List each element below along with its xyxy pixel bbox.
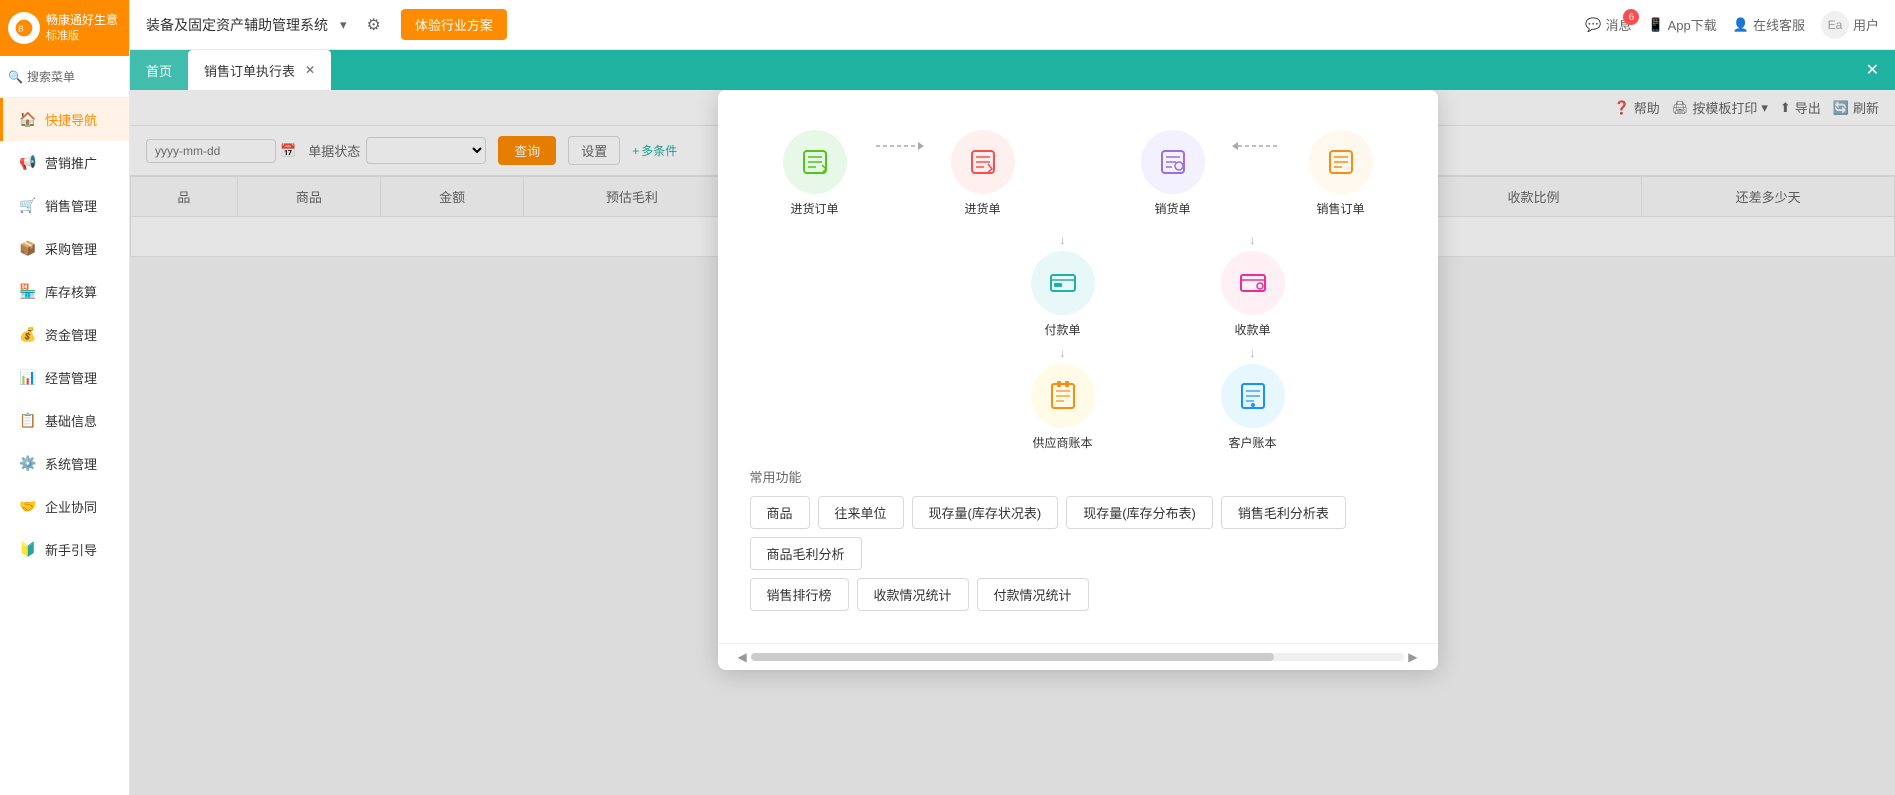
- tab-sales-order[interactable]: 销售订单执行表 ✕: [188, 50, 331, 90]
- settings-icon[interactable]: ⚙: [367, 15, 381, 35]
- quick-nav-icon: 🏠: [19, 111, 37, 129]
- common-btn-6[interactable]: 销售排行榜: [750, 578, 849, 611]
- sidebar-item-inventory[interactable]: 🏪 库存核算: [0, 270, 129, 313]
- system-icon: ⚙️: [19, 455, 37, 473]
- common-btn-5[interactable]: 商品毛利分析: [750, 537, 862, 570]
- logo-icon: B: [8, 12, 40, 44]
- topbar: 装备及固定资产辅助管理系统 ▾ ⚙ 体验行业方案 💬 消息 6 📱 App下载 …: [130, 0, 1895, 50]
- sidebar: B 畅康通好生意 标准版 🔍 搜索菜单 🏠 快捷导航 📢 营销推广: [0, 0, 130, 795]
- flow-node-supplier-account[interactable]: 供应商账本: [1008, 364, 1118, 451]
- home-tab-label: 首页: [146, 61, 172, 80]
- sales-icon: 🛒: [19, 197, 37, 215]
- common-btn-1[interactable]: 往来单位: [818, 496, 904, 529]
- sales-bill-icon: [1141, 130, 1205, 194]
- quick-nav-modal: 进货订单: [718, 90, 1438, 670]
- content-area: ❓ 帮助 🖨 按模板打印 ▾ ⬆ 导出 🔄 刷新: [130, 90, 1895, 795]
- modal-overlay[interactable]: 进货订单: [130, 90, 1895, 795]
- message-badge: 6: [1623, 9, 1639, 25]
- sidebar-item-operations[interactable]: 📊 经营管理: [0, 356, 129, 399]
- system-name-text: 装备及固定资产辅助管理系统: [146, 15, 328, 35]
- close-all-tabs-button[interactable]: ✕: [1850, 60, 1895, 80]
- app-logo[interactable]: B 畅康通好生意 标准版: [0, 0, 129, 56]
- try-solution-button[interactable]: 体验行业方案: [401, 9, 507, 40]
- purchase-order-icon: [783, 130, 847, 194]
- online-service-button[interactable]: 👤 在线客服: [1733, 15, 1805, 34]
- topbar-right: 💬 消息 6 📱 App下载 👤 在线客服 Ea 用户: [1585, 11, 1879, 39]
- tabbar: 首页 销售订单执行表 ✕ ✕: [130, 50, 1895, 90]
- search-icon: 🔍: [8, 70, 23, 84]
- arrow-sales-order-to-bill: [1228, 114, 1286, 156]
- online-service-icon: 👤: [1733, 17, 1749, 33]
- common-functions-title: 常用功能: [750, 467, 1406, 486]
- sales-order-icon: [1309, 130, 1373, 194]
- scrollbar-right-btn[interactable]: ▶: [1404, 650, 1421, 664]
- customer-account-icon: [1221, 364, 1285, 428]
- modal-inner: 进货订单: [718, 90, 1438, 643]
- scrollbar-left-btn[interactable]: ◀: [734, 650, 751, 664]
- base-info-icon: 📋: [19, 412, 37, 430]
- flow-node-sales-bill[interactable]: 销货单: [1118, 130, 1228, 217]
- sidebar-item-quick-nav[interactable]: 🏠 快捷导航: [0, 98, 129, 141]
- user-menu-button[interactable]: Ea 用户: [1821, 11, 1879, 39]
- common-btn-2[interactable]: 现存量(库存状况表): [912, 496, 1059, 529]
- common-functions-section: 常用功能 商品 往来单位 现存量(库存状况表) 现存量(库存分布表) 销售毛利分…: [750, 459, 1406, 627]
- sidebar-item-system[interactable]: ⚙️ 系统管理: [0, 442, 129, 485]
- purchase-bill-icon: [951, 130, 1015, 194]
- payment-bill-icon: [1031, 251, 1095, 315]
- system-dropdown-icon[interactable]: ▾: [340, 17, 347, 33]
- marketing-icon: 📢: [19, 154, 37, 172]
- arrow-purchase-order-to-bill: [870, 114, 928, 156]
- supplier-account-icon: [1031, 364, 1095, 428]
- receipt-bill-icon: [1221, 251, 1285, 315]
- scrollbar-track[interactable]: [751, 653, 1405, 661]
- logo-text: 畅康通好生意 标准版: [46, 13, 118, 43]
- sidebar-item-finance[interactable]: 💰 资金管理: [0, 313, 129, 356]
- common-functions-buttons: 商品 往来单位 现存量(库存状况表) 现存量(库存分布表) 销售毛利分析表 商品…: [750, 496, 1406, 570]
- sidebar-item-sales[interactable]: 🛒 销售管理: [0, 184, 129, 227]
- operations-icon: 📊: [19, 369, 37, 387]
- common-btn-4[interactable]: 销售毛利分析表: [1221, 496, 1346, 529]
- svg-text:B: B: [18, 23, 24, 33]
- sidebar-item-marketing[interactable]: 📢 营销推广: [0, 141, 129, 184]
- tab-close-button[interactable]: ✕: [305, 63, 315, 77]
- user-avatar: Ea: [1821, 11, 1849, 39]
- sidebar-item-base-info[interactable]: 📋 基础信息: [0, 399, 129, 442]
- flow-node-purchase-bill[interactable]: 进货单: [928, 130, 1038, 217]
- modal-scrollbar: ◀ ▶: [718, 643, 1438, 670]
- enterprise-icon: 🤝: [19, 498, 37, 516]
- finance-icon: 💰: [19, 326, 37, 344]
- common-btn-0[interactable]: 商品: [750, 496, 810, 529]
- search-menu-button[interactable]: 🔍 搜索菜单: [8, 64, 121, 89]
- flow-node-payment-bill[interactable]: 付款单: [1008, 251, 1118, 338]
- sidebar-item-guide[interactable]: 🔰 新手引导: [0, 528, 129, 571]
- message-button[interactable]: 💬 消息 6: [1585, 15, 1631, 34]
- flow-node-purchase-order[interactable]: 进货订单: [760, 130, 870, 217]
- common-btn-7[interactable]: 收款情况统计: [857, 578, 969, 611]
- app-download-button[interactable]: 📱 App下载: [1647, 15, 1716, 34]
- inventory-icon: 🏪: [19, 283, 37, 301]
- sidebar-item-enterprise[interactable]: 🤝 企业协同: [0, 485, 129, 528]
- tab-home[interactable]: 首页: [130, 50, 188, 90]
- flow-diagram: 进货订单: [750, 114, 1406, 233]
- flow-node-receipt-bill[interactable]: 收款单: [1198, 251, 1308, 338]
- app-download-icon: 📱: [1647, 17, 1663, 33]
- guide-icon: 🔰: [19, 541, 37, 559]
- common-btn-8[interactable]: 付款情况统计: [977, 578, 1089, 611]
- flow-node-customer-account[interactable]: 客户账本: [1198, 364, 1308, 451]
- flow-node-sales-order[interactable]: 销售订单: [1286, 130, 1396, 217]
- purchase-icon: 📦: [19, 240, 37, 258]
- message-icon: 💬: [1585, 17, 1601, 33]
- sidebar-item-purchase[interactable]: 📦 采购管理: [0, 227, 129, 270]
- sidebar-search-area: 🔍 搜索菜单: [0, 56, 129, 98]
- common-functions-buttons-row2: 销售排行榜 收款情况统计 付款情况统计: [750, 578, 1406, 611]
- sales-order-tab-label: 销售订单执行表: [204, 61, 295, 80]
- scrollbar-thumb[interactable]: [751, 653, 1274, 661]
- sidebar-nav: 🏠 快捷导航 📢 营销推广 🛒 销售管理 📦 采购管理 🏪 库存核算 💰: [0, 98, 129, 795]
- common-btn-3[interactable]: 现存量(库存分布表): [1066, 496, 1213, 529]
- main-area: 装备及固定资产辅助管理系统 ▾ ⚙ 体验行业方案 💬 消息 6 📱 App下载 …: [130, 0, 1895, 795]
